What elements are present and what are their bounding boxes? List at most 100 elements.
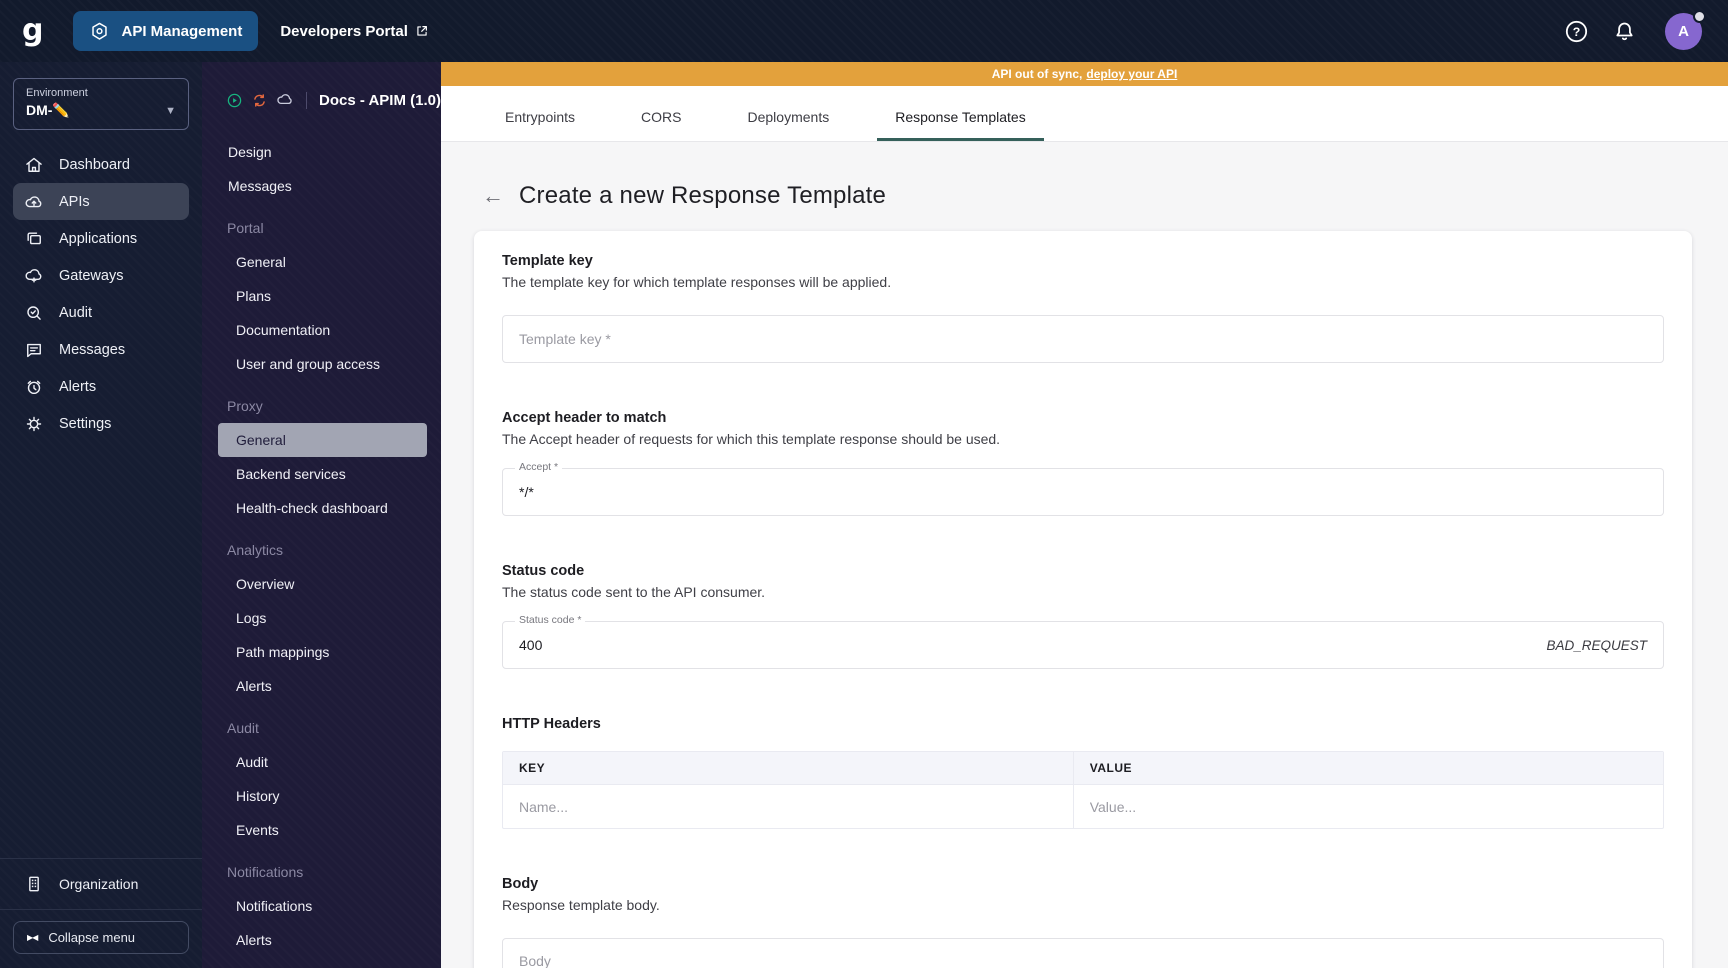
api-menu-item-notifications-alerts[interactable]: Alerts — [202, 923, 441, 957]
body-heading: Body — [502, 876, 539, 892]
api-menu-item-design[interactable]: Design — [202, 135, 441, 169]
tab-deployments[interactable]: Deployments — [744, 109, 834, 141]
body-section: Body Response template body. — [502, 876, 1664, 968]
sidebar-item-label: Settings — [59, 415, 112, 432]
cloud-upload-icon — [25, 195, 42, 207]
sidebar-item-label: Audit — [59, 304, 93, 321]
tab-cors[interactable]: CORS — [637, 109, 685, 141]
api-menu-item-user-group-access[interactable]: User and group access — [202, 347, 441, 381]
search-check-icon — [27, 305, 41, 320]
deploy-api-link[interactable]: deploy your API — [1086, 67, 1177, 81]
organization-label: Organization — [59, 876, 139, 892]
start-api-icon[interactable] — [226, 92, 243, 109]
page-content: ← Create a new Response Template Templat… — [441, 142, 1728, 968]
sidebar-item-alerts[interactable]: Alerts — [13, 368, 189, 405]
status-code-input-label: Status code * — [515, 614, 586, 626]
tab-response-templates[interactable]: Response Templates — [877, 109, 1045, 141]
sidebar-item-dashboard[interactable]: Dashboard — [13, 146, 189, 183]
api-title: Docs - APIM (1.0) — [319, 91, 441, 109]
api-menu-section-portal: Portal — [227, 220, 264, 236]
page-title: Create a new Response Template — [519, 182, 887, 209]
environment-selector-label: Environment — [26, 87, 88, 99]
collapse-menu-button[interactable]: ▶◀ Collapse menu — [13, 921, 189, 954]
accept-input[interactable] — [503, 484, 1663, 500]
alarm-clock-icon — [27, 380, 41, 394]
body-description: Response template body. — [502, 897, 660, 913]
back-arrow-icon[interactable]: ← — [482, 185, 504, 207]
collapse-menu-label: Collapse menu — [48, 930, 136, 945]
sidebar-item-audit[interactable]: Audit — [13, 294, 189, 331]
divider — [0, 909, 202, 910]
cloud-icon — [25, 268, 42, 283]
environment-nav: Dashboard APIs Applications Gateways Aud… — [13, 146, 189, 442]
api-menu-item-history[interactable]: History — [202, 779, 441, 813]
response-template-form-card: Template key The template key for which … — [474, 231, 1692, 968]
api-management-app-button[interactable]: API Management — [73, 11, 259, 51]
api-menu-item-events[interactable]: Events — [202, 813, 441, 847]
template-key-input[interactable] — [503, 331, 1663, 347]
divider — [306, 91, 307, 109]
api-menu-item-plans[interactable]: Plans — [202, 279, 441, 313]
header-column-key: KEY — [503, 752, 1074, 784]
tab-bar: Entrypoints CORS Deployments Response Te… — [441, 86, 1728, 142]
main-content: API out of sync, deploy your API Entrypo… — [441, 62, 1728, 968]
api-menu-item-portal-general[interactable]: General — [202, 245, 441, 279]
top-bar: g API Management Developers Portal ? A — [0, 0, 1728, 62]
api-menu-item-backend-services[interactable]: Backend services — [202, 457, 441, 491]
sidebar-item-label: Gateways — [59, 267, 124, 284]
svg-text:?: ? — [1573, 25, 1581, 39]
sidebar-item-label: Applications — [59, 230, 138, 247]
api-menu-item-analytics-alerts[interactable]: Alerts — [202, 669, 441, 703]
sidebar-item-settings[interactable]: Settings — [13, 405, 189, 442]
sidebar-item-messages[interactable]: Messages — [13, 331, 189, 368]
api-menu-item-overview[interactable]: Overview — [202, 567, 441, 601]
api-menu-item-audit[interactable]: Audit — [202, 745, 441, 779]
sidebar-item-organization[interactable]: Organization — [13, 859, 189, 909]
building-icon — [29, 876, 39, 892]
environment-selector[interactable]: Environment DM-✏️ ▼ — [13, 78, 189, 130]
api-menu-item-notifications[interactable]: Notifications — [202, 889, 441, 923]
api-menu-item-documentation[interactable]: Documentation — [202, 313, 441, 347]
http-headers-section: HTTP Headers KEY VALUE — [502, 716, 1664, 829]
sidebar-item-apis[interactable]: APIs — [13, 183, 189, 220]
tab-entrypoints[interactable]: Entrypoints — [501, 109, 579, 141]
api-menu-item-path-mappings[interactable]: Path mappings — [202, 635, 441, 669]
template-key-heading: Template key — [502, 253, 593, 269]
accept-description: The Accept header of requests for which … — [502, 431, 1001, 447]
header-key-input[interactable] — [503, 798, 1073, 815]
api-menu-item-messages[interactable]: Messages — [202, 169, 441, 203]
header-value-input[interactable] — [1073, 798, 1645, 815]
sidebar-item-label: Dashboard — [59, 156, 130, 173]
cloud-status-icon[interactable] — [276, 91, 294, 109]
external-link-icon — [415, 24, 429, 38]
sidebar-item-applications[interactable]: Applications — [13, 220, 189, 257]
developers-portal-link[interactable]: Developers Portal — [280, 23, 429, 40]
accept-header-section: Accept header to match The Accept header… — [502, 410, 1664, 516]
api-nav: Design Messages Portal General Plans Doc… — [202, 135, 441, 957]
environment-selector-value: DM-✏️ — [26, 102, 70, 118]
api-menu-item-proxy-general[interactable]: General — [218, 423, 427, 457]
body-textarea[interactable] — [503, 939, 1663, 968]
status-code-heading: Status code — [502, 563, 585, 579]
chat-bubble-icon — [27, 343, 41, 357]
gear-icon — [26, 416, 42, 431]
gravitee-logo-icon[interactable]: g — [22, 16, 43, 46]
accept-input-label: Accept * — [515, 461, 563, 473]
sync-api-icon[interactable] — [251, 92, 268, 109]
api-menu-item-health-check-dashboard[interactable]: Health-check dashboard — [202, 491, 441, 525]
user-avatar[interactable]: A — [1665, 9, 1706, 50]
sidebar-item-label: APIs — [59, 193, 90, 210]
status-code-description: The status code sent to the API consumer… — [502, 584, 766, 600]
avatar-status-dot — [1693, 9, 1706, 23]
sidebar-item-gateways[interactable]: Gateways — [13, 257, 189, 294]
developers-portal-label: Developers Portal — [280, 22, 408, 40]
api-menu-item-logs[interactable]: Logs — [202, 601, 441, 635]
help-icon[interactable]: ? — [1563, 18, 1590, 45]
http-headers-table: KEY VALUE — [502, 751, 1664, 829]
status-code-input[interactable] — [503, 637, 1547, 653]
notifications-bell-icon[interactable] — [1612, 19, 1637, 44]
home-icon — [26, 157, 42, 172]
api-out-of-sync-banner: API out of sync, deploy your API — [441, 62, 1728, 86]
api-header: Docs - APIM (1.0) — [202, 91, 441, 109]
template-key-description: The template key for which template resp… — [502, 274, 892, 290]
